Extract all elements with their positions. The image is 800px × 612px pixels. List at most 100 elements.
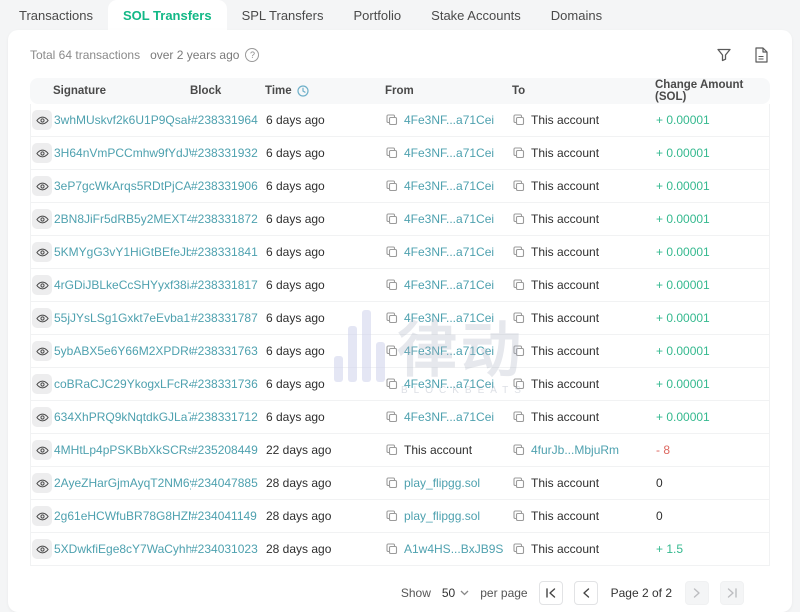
from-address[interactable]: play_flipgg.sol bbox=[404, 476, 480, 490]
copy-icon[interactable] bbox=[386, 114, 398, 126]
preview-eye-button[interactable] bbox=[32, 176, 52, 196]
signature-link[interactable]: 2AyeZHarGjmAyqT2NM6yX5... bbox=[54, 476, 191, 490]
copy-icon[interactable] bbox=[513, 312, 525, 324]
preview-eye-button[interactable] bbox=[32, 473, 52, 493]
from-address[interactable]: 4Fe3NF...a71Cei bbox=[404, 311, 494, 325]
block-link[interactable]: #238331932 bbox=[191, 146, 266, 160]
signature-link[interactable]: 3eP7gcWkArqs5RDtPjCABQ... bbox=[54, 179, 191, 193]
page-size-select[interactable]: 50 bbox=[442, 586, 469, 600]
copy-icon[interactable] bbox=[386, 312, 398, 324]
copy-icon[interactable] bbox=[386, 279, 398, 291]
copy-icon[interactable] bbox=[386, 510, 398, 522]
first-page-button[interactable] bbox=[538, 581, 563, 605]
signature-link[interactable]: 3whMUskvf2k6U1P9QsaHGy... bbox=[54, 113, 191, 127]
block-link[interactable]: #234047885 bbox=[191, 476, 266, 490]
last-page-button[interactable] bbox=[720, 581, 744, 605]
copy-icon[interactable] bbox=[386, 543, 398, 555]
block-link[interactable]: #234041149 bbox=[191, 509, 266, 523]
preview-eye-button[interactable] bbox=[32, 374, 52, 394]
copy-icon[interactable] bbox=[513, 543, 525, 555]
copy-icon[interactable] bbox=[513, 246, 525, 258]
signature-link[interactable]: 5KMYgG3vY1HiGtBEfeJbSF... bbox=[54, 245, 191, 259]
block-link[interactable]: #238331841 bbox=[191, 245, 266, 259]
copy-icon[interactable] bbox=[513, 477, 525, 489]
preview-eye-button[interactable] bbox=[32, 275, 52, 295]
copy-icon[interactable] bbox=[386, 213, 398, 225]
from-address[interactable]: 4Fe3NF...a71Cei bbox=[404, 377, 494, 391]
tab-sol-transfers[interactable]: SOL Transfers bbox=[107, 0, 227, 30]
copy-icon[interactable] bbox=[386, 345, 398, 357]
signature-link[interactable]: 4rGDiJBLkeCcSHYyxf38iJyK... bbox=[54, 278, 191, 292]
preview-eye-button[interactable] bbox=[32, 341, 52, 361]
from-address[interactable]: 4Fe3NF...a71Cei bbox=[404, 344, 494, 358]
from-address[interactable]: 4Fe3NF...a71Cei bbox=[404, 278, 494, 292]
block-link[interactable]: #238331736 bbox=[191, 377, 266, 391]
block-link[interactable]: #238331787 bbox=[191, 311, 266, 325]
signature-link[interactable]: 634XhPRQ9kNqtdkGJLa7Rz... bbox=[54, 410, 191, 424]
from-address[interactable]: A1w4HS...BxJB9S bbox=[404, 542, 503, 556]
signature-link[interactable]: 5XDwkfiEge8cY7WaCyhhzSc... bbox=[54, 542, 191, 556]
block-link[interactable]: #238331872 bbox=[191, 212, 266, 226]
preview-eye-button[interactable] bbox=[32, 308, 52, 328]
header-change-amount: Change Amount (SOL) bbox=[655, 79, 744, 103]
from-address[interactable]: 4Fe3NF...a71Cei bbox=[404, 410, 494, 424]
to-address[interactable]: 4furJb...MbjuRm bbox=[531, 443, 619, 457]
signature-link[interactable]: 55jJYsLSg1Gxkt7eEvba1f1M... bbox=[54, 311, 191, 325]
prev-page-button[interactable] bbox=[573, 581, 598, 605]
block-link[interactable]: #238331712 bbox=[191, 410, 266, 424]
copy-icon[interactable] bbox=[513, 444, 525, 456]
preview-eye-button[interactable] bbox=[32, 440, 52, 460]
signature-link[interactable]: 2BN8JiFr5dRB5y2MEXT4wb... bbox=[54, 212, 191, 226]
from-address[interactable]: 4Fe3NF...a71Cei bbox=[404, 179, 494, 193]
block-link[interactable]: #238331964 bbox=[191, 113, 266, 127]
copy-icon[interactable] bbox=[513, 180, 525, 192]
tab-transactions[interactable]: Transactions bbox=[4, 0, 108, 30]
question-circle-icon[interactable]: ? bbox=[245, 48, 260, 62]
copy-icon[interactable] bbox=[386, 411, 398, 423]
copy-icon[interactable] bbox=[513, 114, 525, 126]
copy-icon[interactable] bbox=[513, 345, 525, 357]
preview-eye-button[interactable] bbox=[32, 242, 52, 262]
tab-domains[interactable]: Domains bbox=[536, 0, 617, 30]
preview-eye-button[interactable] bbox=[32, 209, 52, 229]
copy-icon[interactable] bbox=[386, 477, 398, 489]
block-link[interactable]: #238331817 bbox=[191, 278, 266, 292]
preview-eye-button[interactable] bbox=[32, 407, 52, 427]
from-address[interactable]: 4Fe3NF...a71Cei bbox=[404, 245, 494, 259]
filter-icon[interactable] bbox=[716, 47, 732, 63]
copy-icon[interactable] bbox=[513, 279, 525, 291]
signature-link[interactable]: 4MHtLp4pPSKBbXkSCRsLnf... bbox=[54, 443, 191, 457]
tab-spl-transfers[interactable]: SPL Transfers bbox=[227, 0, 339, 30]
tab-stake-accounts[interactable]: Stake Accounts bbox=[416, 0, 536, 30]
copy-icon[interactable] bbox=[513, 378, 525, 390]
copy-icon[interactable] bbox=[513, 411, 525, 423]
preview-eye-button[interactable] bbox=[32, 110, 52, 130]
block-link[interactable]: #238331763 bbox=[191, 344, 266, 358]
clock-icon[interactable] bbox=[297, 85, 309, 97]
copy-icon[interactable] bbox=[386, 246, 398, 258]
signature-link[interactable]: 5ybABX5e6Y66M2XPDR6Zc... bbox=[54, 344, 191, 358]
copy-icon[interactable] bbox=[386, 378, 398, 390]
from-address[interactable]: 4Fe3NF...a71Cei bbox=[404, 212, 494, 226]
copy-icon[interactable] bbox=[513, 147, 525, 159]
download-csv-icon[interactable] bbox=[752, 46, 770, 64]
from-address[interactable]: 4Fe3NF...a71Cei bbox=[404, 146, 494, 160]
next-page-button[interactable] bbox=[685, 581, 709, 605]
tab-portfolio[interactable]: Portfolio bbox=[338, 0, 416, 30]
from-address[interactable]: 4Fe3NF...a71Cei bbox=[404, 113, 494, 127]
from-address[interactable]: play_flipgg.sol bbox=[404, 509, 480, 523]
copy-icon[interactable] bbox=[513, 213, 525, 225]
block-link[interactable]: #238331906 bbox=[191, 179, 266, 193]
copy-icon[interactable] bbox=[386, 147, 398, 159]
block-link[interactable]: #235208449 bbox=[191, 443, 266, 457]
copy-icon[interactable] bbox=[513, 510, 525, 522]
preview-eye-button[interactable] bbox=[32, 506, 52, 526]
signature-link[interactable]: 2g61eHCWfuBR78G8HZMxvi... bbox=[54, 509, 191, 523]
signature-link[interactable]: coBRaCJC29YkogxLFcR4Qp... bbox=[54, 377, 191, 391]
preview-eye-button[interactable] bbox=[32, 539, 52, 559]
preview-eye-button[interactable] bbox=[32, 143, 52, 163]
block-link[interactable]: #234031023 bbox=[191, 542, 266, 556]
copy-icon[interactable] bbox=[386, 444, 398, 456]
signature-link[interactable]: 3H64nVmPCCmhw9fYdJWa... bbox=[54, 146, 191, 160]
copy-icon[interactable] bbox=[386, 180, 398, 192]
